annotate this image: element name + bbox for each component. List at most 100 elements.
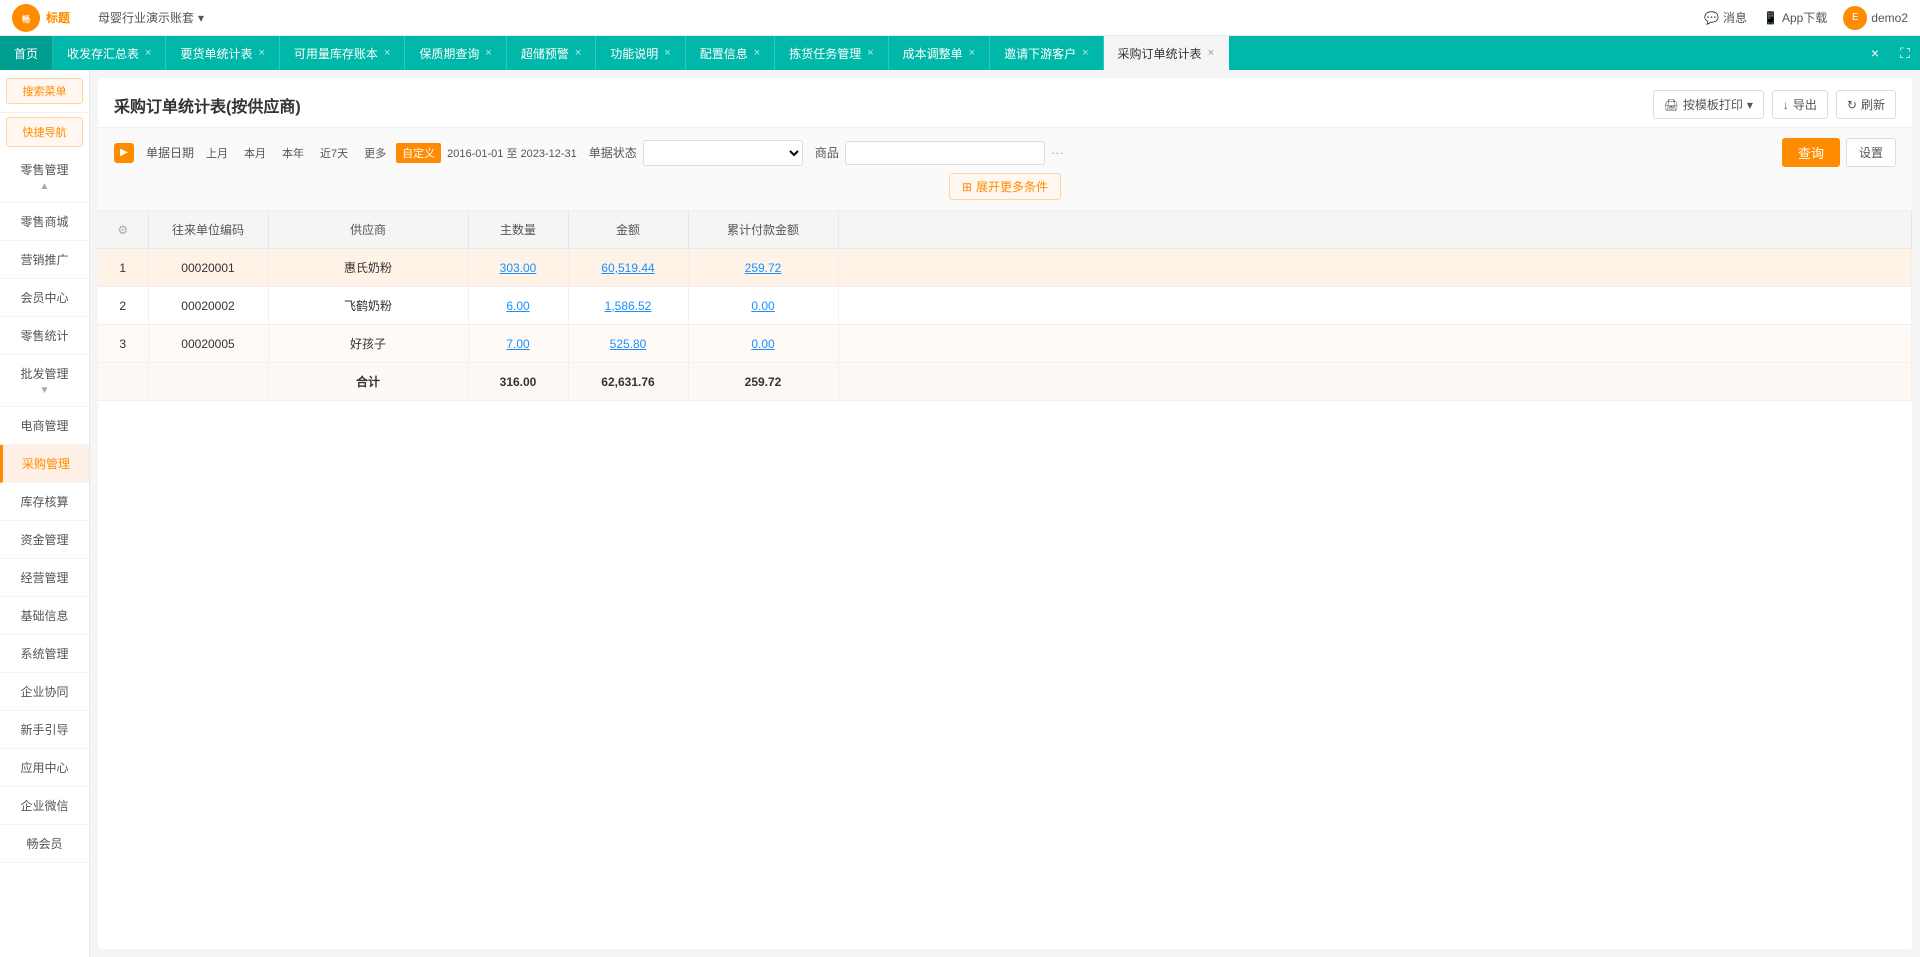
tab-label: 成本调整单 — [903, 45, 963, 62]
date-shortcuts: 上月 本月 本年 近7天 更多 自定义 — [200, 143, 441, 163]
amount-link[interactable]: 1,586.52 — [605, 299, 652, 313]
last-7-days-btn[interactable]: 近7天 — [314, 143, 354, 163]
status-select-wrapper — [643, 140, 803, 166]
tab-home[interactable]: 首页 — [0, 36, 53, 70]
sidebar-item-system[interactable]: 系统管理 — [0, 635, 89, 673]
paid-link[interactable]: 0.00 — [751, 337, 774, 351]
close-icon[interactable]: × — [575, 47, 581, 59]
tab-label: 采购订单统计表 — [1118, 45, 1202, 62]
tab-chengben[interactable]: 成本调整单 × — [889, 36, 990, 70]
amount-link[interactable]: 525.80 — [610, 337, 647, 351]
sidebar-item-label: 采购管理 — [22, 455, 70, 472]
tab-peizhi[interactable]: 配置信息 × — [686, 36, 775, 70]
amount-link[interactable]: 60,519.44 — [601, 261, 654, 275]
paid-link[interactable]: 259.72 — [745, 261, 782, 275]
sidebar-item-guide[interactable]: 新手引导 — [0, 711, 89, 749]
cell-extra — [838, 249, 1912, 287]
nav-tabs: 首页 收发存汇总表 × 要货单统计表 × 可用量库存账本 × 保质期查询 × 超… — [0, 36, 1920, 70]
close-icon[interactable]: × — [485, 47, 491, 59]
header-row: ⚙ 往来单位编码 供应商 主数量 金额 累计付款金额 — [98, 211, 1912, 249]
tab-baozhi[interactable]: 保质期查询 × — [405, 36, 506, 70]
quick-nav-btn[interactable]: 快捷导航 — [6, 117, 83, 147]
status-select[interactable] — [643, 140, 803, 166]
tab-yaohuo[interactable]: 要货单统计表 × — [166, 36, 279, 70]
more-options-icon[interactable]: ··· — [1051, 145, 1064, 160]
filter-toggle-arrow[interactable]: ▶ — [114, 143, 134, 163]
this-month-btn[interactable]: 本月 — [238, 143, 272, 163]
sidebar-item-stock[interactable]: 库存核算 — [0, 483, 89, 521]
sidebar-item-ecommerce[interactable]: 电商管理 — [0, 407, 89, 445]
sidebar-item-wholesale[interactable]: 批发管理 ▼ — [0, 355, 89, 407]
tab-controls: × ⛶ — [1860, 36, 1920, 70]
print-button[interactable]: 🖨 按模板打印 ▾ — [1653, 90, 1764, 119]
last-month-btn[interactable]: 上月 — [200, 143, 234, 163]
sidebar-item-label: 企业协同 — [20, 683, 68, 700]
close-icon[interactable]: × — [384, 47, 390, 59]
tab-yaoqing[interactable]: 邀请下游客户 × — [990, 36, 1103, 70]
th-settings[interactable]: ⚙ — [98, 211, 148, 249]
cell-amount: 60,519.44 — [568, 249, 688, 287]
close-icon[interactable]: × — [969, 47, 975, 59]
tab-caigou[interactable]: 采购订单统计表 × — [1104, 36, 1229, 70]
workspace-selector[interactable]: 母婴行业演示账套 ▾ — [98, 9, 204, 26]
sidebar-item-retail-mall[interactable]: 零售商城 — [0, 203, 89, 241]
page-content: 采购订单统计表(按供应商) 🖨 按模板打印 ▾ ↓ 导出 ↻ 刷新 — [98, 78, 1912, 949]
sidebar-item-retail-mgmt[interactable]: 零售管理 ▲ — [0, 151, 89, 203]
export-button[interactable]: ↓ 导出 — [1772, 90, 1828, 119]
close-icon[interactable]: × — [1208, 47, 1214, 59]
tab-keyongliang[interactable]: 可用量库存账本 × — [280, 36, 405, 70]
th-paid: 累计付款金额 — [688, 211, 838, 249]
cell-seq: 2 — [98, 287, 148, 325]
sidebar-item-purchase[interactable]: 采购管理 — [0, 445, 89, 483]
refresh-button[interactable]: ↻ 刷新 — [1836, 90, 1896, 119]
sidebar-item-member[interactable]: 会员中心 — [0, 279, 89, 317]
sidebar-item-collab[interactable]: 企业协同 — [0, 673, 89, 711]
sidebar-item-vip[interactable]: 畅会员 — [0, 825, 89, 863]
sidebar-item-marketing[interactable]: 营销推广 — [0, 241, 89, 279]
sidebar-item-finance[interactable]: 资金管理 — [0, 521, 89, 559]
page-header: 采购订单统计表(按供应商) 🖨 按模板打印 ▾ ↓ 导出 ↻ 刷新 — [98, 78, 1912, 128]
sidebar-item-retail-stat[interactable]: 零售统计 — [0, 317, 89, 355]
th-supplier: 供应商 — [268, 211, 468, 249]
sidebar-item-basic[interactable]: 基础信息 — [0, 597, 89, 635]
tab-gongneng[interactable]: 功能说明 × — [596, 36, 685, 70]
th-qty: 主数量 — [468, 211, 568, 249]
app-download-btn[interactable]: 📱 App下载 — [1763, 9, 1827, 26]
settings-button[interactable]: 设置 — [1846, 138, 1896, 167]
query-button[interactable]: 查询 — [1782, 138, 1840, 167]
workspace-name: 母婴行业演示账套 — [98, 9, 194, 26]
expand-more-btn[interactable]: ⊞ 展开更多条件 — [949, 173, 1061, 200]
tab-chaochuyujing[interactable]: 超储预警 × — [507, 36, 596, 70]
sidebar-item-operations[interactable]: 经营管理 — [0, 559, 89, 597]
goods-input[interactable] — [845, 141, 1045, 165]
paid-link[interactable]: 0.00 — [751, 299, 774, 313]
qty-link[interactable]: 303.00 — [500, 261, 537, 275]
tab-shoufacun[interactable]: 收发存汇总表 × — [53, 36, 166, 70]
qty-link[interactable]: 6.00 — [506, 299, 529, 313]
footer-row: 合计 316.00 62,631.76 259.72 — [98, 363, 1912, 401]
sidebar-item-weixin[interactable]: 企业微信 — [0, 787, 89, 825]
message-btn[interactable]: 💬 消息 — [1704, 9, 1747, 26]
search-menu-btn[interactable]: 搜索菜单 — [6, 78, 83, 104]
print-label: 按模板打印 — [1683, 96, 1743, 113]
sidebar-item-label: 批发管理 — [20, 365, 68, 382]
printer-icon: 🖨 — [1664, 98, 1679, 112]
tab-close-all-btn[interactable]: × — [1860, 36, 1890, 70]
close-icon[interactable]: × — [867, 47, 873, 59]
close-icon[interactable]: × — [258, 47, 264, 59]
cell-extra — [838, 287, 1912, 325]
user-area[interactable]: E demo2 — [1843, 6, 1908, 30]
main-layout: 搜索菜单 快捷导航 零售管理 ▲ 零售商城 营销推广 会员中心 零售统计 批发管… — [0, 70, 1920, 957]
close-icon[interactable]: × — [1082, 47, 1088, 59]
close-icon[interactable]: × — [754, 47, 760, 59]
close-icon[interactable]: × — [664, 47, 670, 59]
this-year-btn[interactable]: 本年 — [276, 143, 310, 163]
tab-maximize-btn[interactable]: ⛶ — [1890, 36, 1920, 70]
close-icon[interactable]: × — [145, 47, 151, 59]
qty-link[interactable]: 7.00 — [506, 337, 529, 351]
topbar-left: 畅 标题 母婴行业演示账套 ▾ — [12, 4, 204, 32]
tab-jianhuo[interactable]: 拣货任务管理 × — [775, 36, 888, 70]
sidebar-item-apps[interactable]: 应用中心 — [0, 749, 89, 787]
custom-date-tag[interactable]: 自定义 — [396, 143, 441, 163]
more-dates-btn[interactable]: 更多 — [358, 143, 392, 163]
